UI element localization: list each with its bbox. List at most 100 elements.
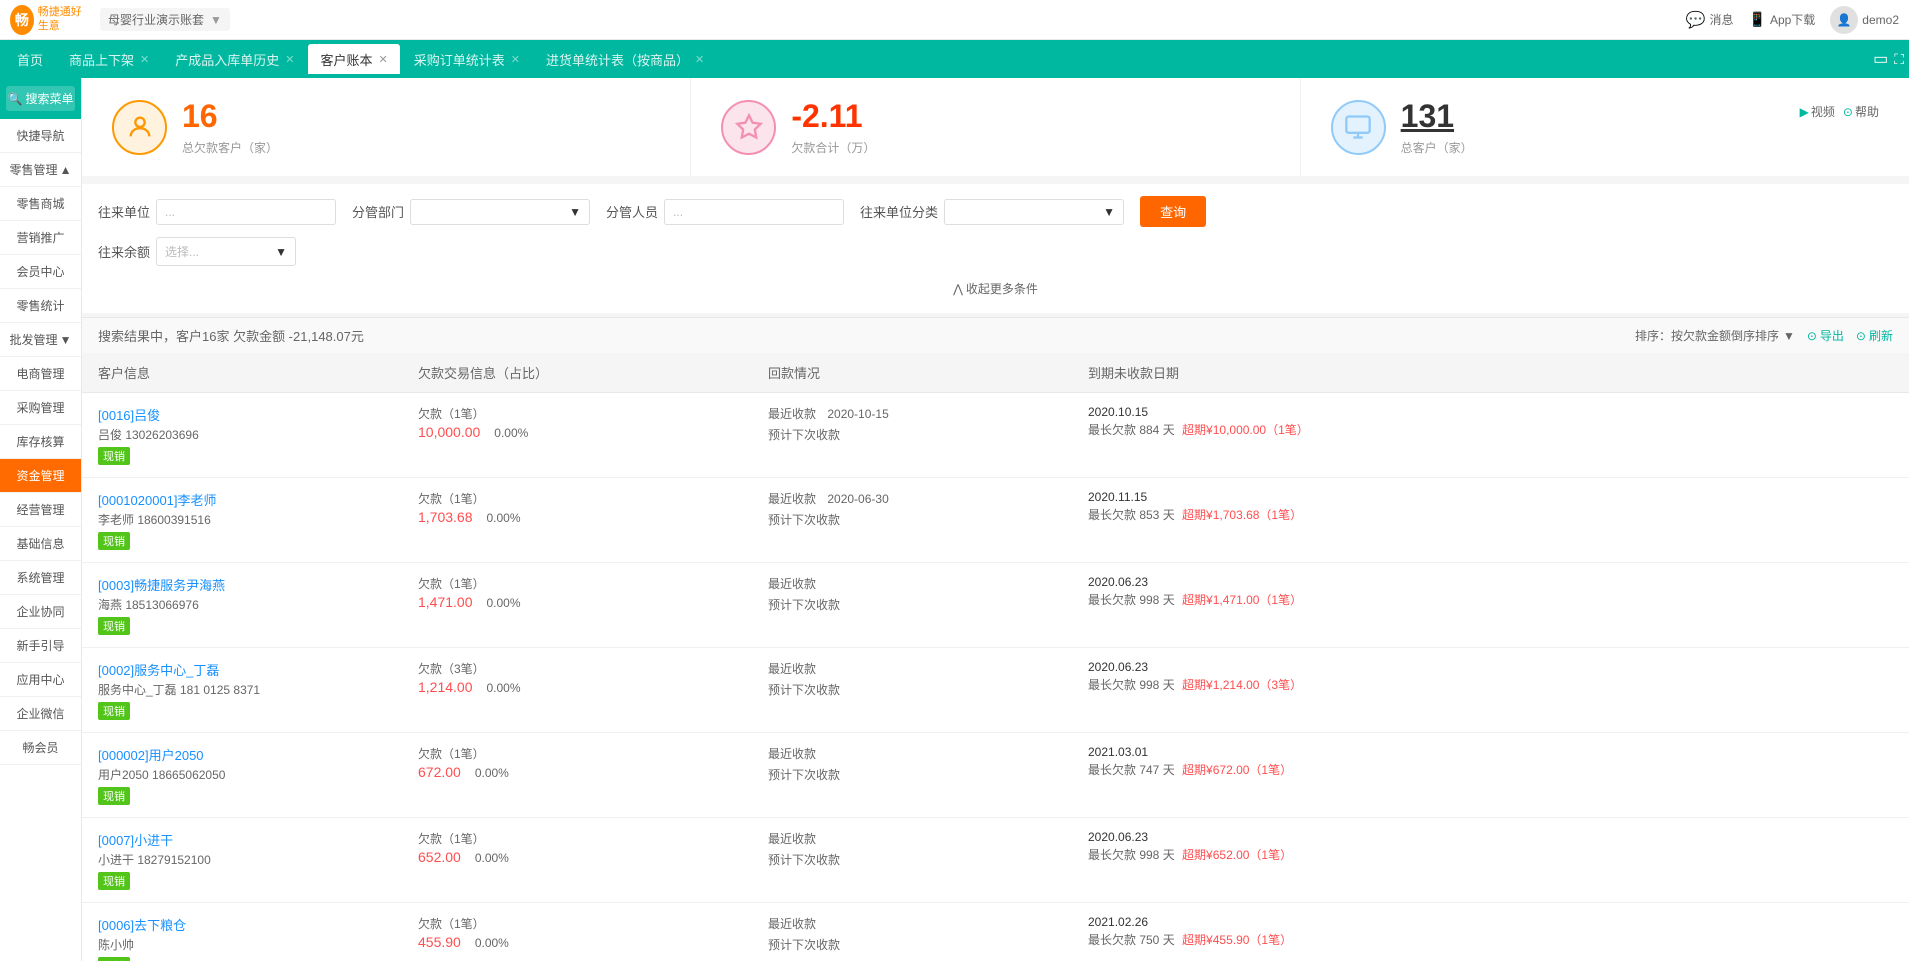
cell-debt-4: 欠款（1笔） 672.00 0.00% (418, 745, 768, 805)
search-menu-btn[interactable]: 🔍 搜索菜单 (6, 86, 75, 111)
filter-select-balance[interactable]: 选择... ▼ (156, 237, 296, 266)
debt-amount-5: 652.00 (418, 849, 461, 865)
header-debt-info: 欠款交易信息（占比） (418, 363, 768, 382)
sidebar-search-area: 🔍 搜索菜单 (0, 78, 81, 119)
close-tab-4[interactable]: ✕ (511, 53, 520, 66)
filter-select-category[interactable]: ▼ (944, 199, 1124, 225)
sidebar-item-app-center[interactable]: 应用中心 (0, 663, 81, 697)
tab-purchase-stats[interactable]: 采购订单统计表 ✕ (402, 44, 532, 74)
sidebar-item-finance[interactable]: 资金管理 (0, 459, 81, 493)
video-btn[interactable]: ▶ 视频 (1800, 103, 1835, 120)
table-row: [0016]吕俊 吕俊 13026203696 现销 欠款（1笔） 10,000… (82, 393, 1909, 478)
results-summary: 搜索结果中，客户16家 欠款金额 -21,148.07元 (98, 326, 364, 345)
sidebar-item-collab[interactable]: 企业协同 (0, 595, 81, 629)
due-date-2: 2020.06.23 (1088, 575, 1893, 589)
sidebar-item-system[interactable]: 系统管理 (0, 561, 81, 595)
customer-link-4[interactable]: [000002]用户2050 (98, 745, 418, 764)
sidebar-item-ecommerce[interactable]: 电商管理 (0, 357, 81, 391)
overdue-link-5[interactable]: 超期¥652.00（1笔） (1182, 848, 1292, 862)
overdue-link-6[interactable]: 超期¥455.90（1笔） (1182, 933, 1292, 947)
overdue-link-3[interactable]: 超期¥1,214.00（3笔） (1182, 678, 1302, 692)
customer-link-1[interactable]: [0001020001]李老师 (98, 490, 418, 509)
customer-link-6[interactable]: [0006]去下粮仓 (98, 915, 418, 934)
user-menu[interactable]: 👤 demo2 (1830, 6, 1899, 34)
overdue-info-1: 最长欠款 853 天 超期¥1,703.68（1笔） (1088, 506, 1893, 523)
search-button[interactable]: 查询 (1140, 196, 1206, 227)
sidebar-item-vip[interactable]: 畅会员 (0, 731, 81, 765)
tab-minimize-btn[interactable]: ▭ (1873, 49, 1888, 69)
next-payment-1: 预计下次收款 (768, 511, 1088, 528)
overdue-link-2[interactable]: 超期¥1,471.00（1笔） (1182, 593, 1302, 607)
customer-phone-5: 小进干 18279152100 (98, 851, 418, 868)
cell-customer-5: [0007]小进干 小进干 18279152100 现销 (98, 830, 418, 890)
tab-goods-stats[interactable]: 进货单统计表（按商品） ✕ (534, 44, 716, 74)
industry-selector[interactable]: 母婴行业演示账套 ▼ (100, 8, 230, 31)
overdue-link-1[interactable]: 超期¥1,703.68（1笔） (1182, 508, 1302, 522)
cell-due-3: 2020.06.23 最长欠款 998 天 超期¥1,214.00（3笔） (1088, 660, 1893, 720)
tab-home[interactable]: 首页 (5, 44, 55, 74)
logo-text: 畅捷通好生意 (38, 6, 90, 32)
tab-product-listing[interactable]: 商品上下架 ✕ (57, 44, 161, 74)
close-tab-1[interactable]: ✕ (140, 53, 149, 66)
sidebar-item-wholesale-mgmt[interactable]: 批发管理 ▼ (0, 323, 81, 357)
collapse-btn[interactable]: ⋀ 收起更多条件 (953, 280, 1038, 297)
next-payment-6: 预计下次收款 (768, 936, 1088, 953)
sidebar-item-operations[interactable]: 经营管理 (0, 493, 81, 527)
sidebar-item-retail-stats[interactable]: 零售统计 (0, 289, 81, 323)
stat-card-total-customers: 131 总客户（家） ▶ 视频 ⊙ 帮助 (1301, 78, 1909, 176)
sidebar-item-marketing[interactable]: 营销推广 (0, 221, 81, 255)
sidebar-item-purchase[interactable]: 采购管理 (0, 391, 81, 425)
overdue-info-2: 最长欠款 998 天 超期¥1,471.00（1笔） (1088, 591, 1893, 608)
stat-card-debt-total: -2.11 欠款合计（万） (691, 78, 1300, 176)
table-row: [0003]畅捷服务尹海燕 海燕 18513066976 现销 欠款（1笔） 1… (82, 563, 1909, 648)
debt-count-4: 欠款（1笔） (418, 745, 768, 762)
filter-row-1: 往来单位 ... 分管部门 ▼ 分管人员 ... (98, 196, 1893, 227)
customer-tag-1: 现销 (98, 532, 130, 550)
sidebar-item-inventory[interactable]: 库存核算 (0, 425, 81, 459)
sidebar-item-wechat[interactable]: 企业微信 (0, 697, 81, 731)
due-date-0: 2020.10.15 (1088, 405, 1893, 419)
sidebar-item-retail-mall[interactable]: 零售商城 (0, 187, 81, 221)
message-btn[interactable]: 💬 消息 (1686, 10, 1734, 30)
sidebar-item-newbie[interactable]: 新手引导 (0, 629, 81, 663)
results-actions: 排序：按欠款金额倒序排序 ▼ ⊙ 导出 ⊙ 刷新 (1635, 327, 1893, 344)
tab-expand-btn[interactable]: ⛶ (1894, 51, 1904, 68)
sidebar-item-membership[interactable]: 会员中心 (0, 255, 81, 289)
sidebar-item-quick-nav[interactable]: 快捷导航 (0, 119, 81, 153)
cell-debt-6: 欠款（1笔） 455.90 0.00% (418, 915, 768, 961)
customer-link-3[interactable]: [0002]服务中心_丁磊 (98, 660, 418, 679)
collapse-row: ⋀ 收起更多条件 (98, 276, 1893, 301)
close-tab-5[interactable]: ✕ (695, 53, 704, 66)
debt-count-6: 欠款（1笔） (418, 915, 768, 932)
stat-icon-customers (112, 100, 167, 155)
customer-link-0[interactable]: [0016]吕俊 (98, 405, 418, 424)
filter-input-person[interactable]: ... (664, 199, 844, 225)
export-btn[interactable]: ⊙ 导出 (1807, 327, 1844, 344)
dept-dropdown-icon: ▼ (569, 205, 581, 219)
customer-link-5[interactable]: [0007]小进干 (98, 830, 418, 849)
cell-customer-2: [0003]畅捷服务尹海燕 海燕 18513066976 现销 (98, 575, 418, 635)
refresh-btn[interactable]: ⊙ 刷新 (1856, 327, 1893, 344)
cell-debt-1: 欠款（1笔） 1,703.68 0.00% (418, 490, 768, 550)
sidebar-item-basic-info[interactable]: 基础信息 (0, 527, 81, 561)
sidebar-item-retail-mgmt[interactable]: 零售管理 ▲ (0, 153, 81, 187)
customer-phone-0: 吕俊 13026203696 (98, 426, 418, 443)
due-date-6: 2021.02.26 (1088, 915, 1893, 929)
close-tab-3[interactable]: ✕ (379, 53, 388, 66)
due-date-4: 2021.03.01 (1088, 745, 1893, 759)
latest-payment-4: 最近收款 (768, 745, 1088, 762)
filter-input-unit[interactable]: ... (156, 199, 336, 225)
overdue-link-0[interactable]: 超期¥10,000.00（1笔） (1182, 423, 1309, 437)
cell-payment-1: 最近收款 2020-06-30 预计下次收款 (768, 490, 1088, 550)
customer-link-2[interactable]: [0003]畅捷服务尹海燕 (98, 575, 418, 594)
tab-inventory-history[interactable]: 产成品入库单历史 ✕ (163, 44, 306, 74)
app-download-btn[interactable]: 📱 App下载 (1749, 11, 1816, 28)
cell-customer-4: [000002]用户2050 用户2050 18665062050 现销 (98, 745, 418, 805)
sort-selector[interactable]: 排序：按欠款金额倒序排序 ▼ (1635, 327, 1795, 344)
help-btn[interactable]: ⊙ 帮助 (1843, 103, 1879, 120)
close-tab-2[interactable]: ✕ (285, 53, 294, 66)
stat-top-actions: ▶ 视频 ⊙ 帮助 (1800, 98, 1879, 120)
tab-customer-ledger[interactable]: 客户账本 ✕ (308, 44, 399, 74)
filter-select-dept[interactable]: ▼ (410, 199, 590, 225)
overdue-link-4[interactable]: 超期¥672.00（1笔） (1182, 763, 1292, 777)
